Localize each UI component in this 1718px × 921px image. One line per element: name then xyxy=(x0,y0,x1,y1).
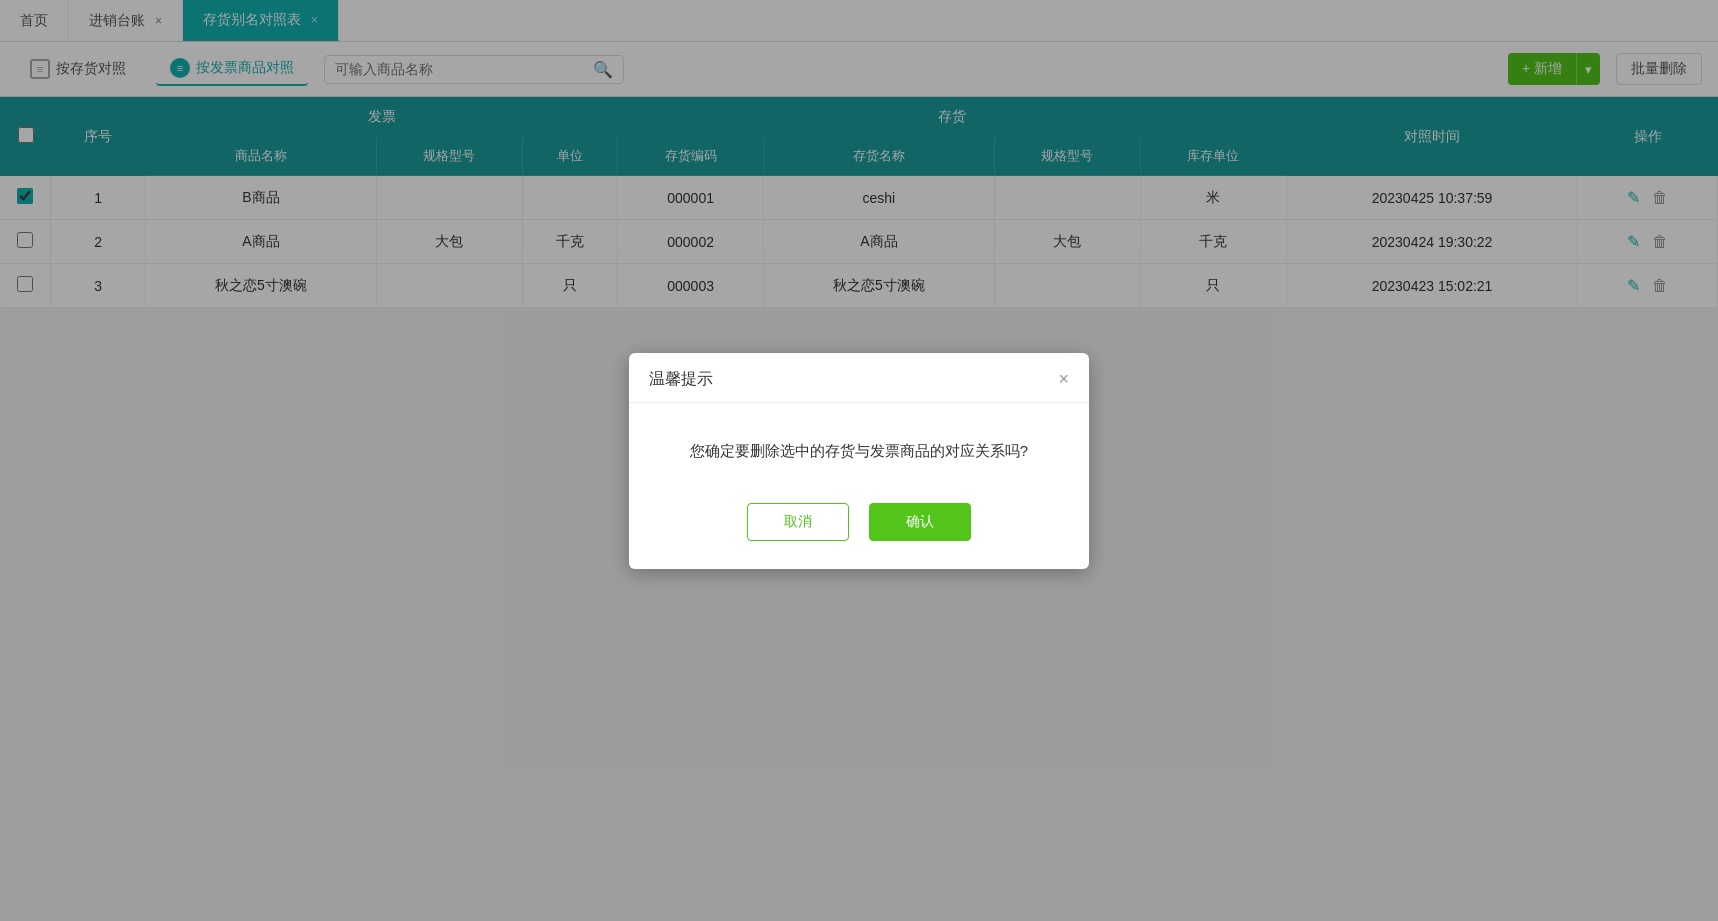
overlay: 温馨提示 × 您确定要删除选中的存货与发票商品的对应关系吗? 取消 确认 xyxy=(0,0,1718,308)
